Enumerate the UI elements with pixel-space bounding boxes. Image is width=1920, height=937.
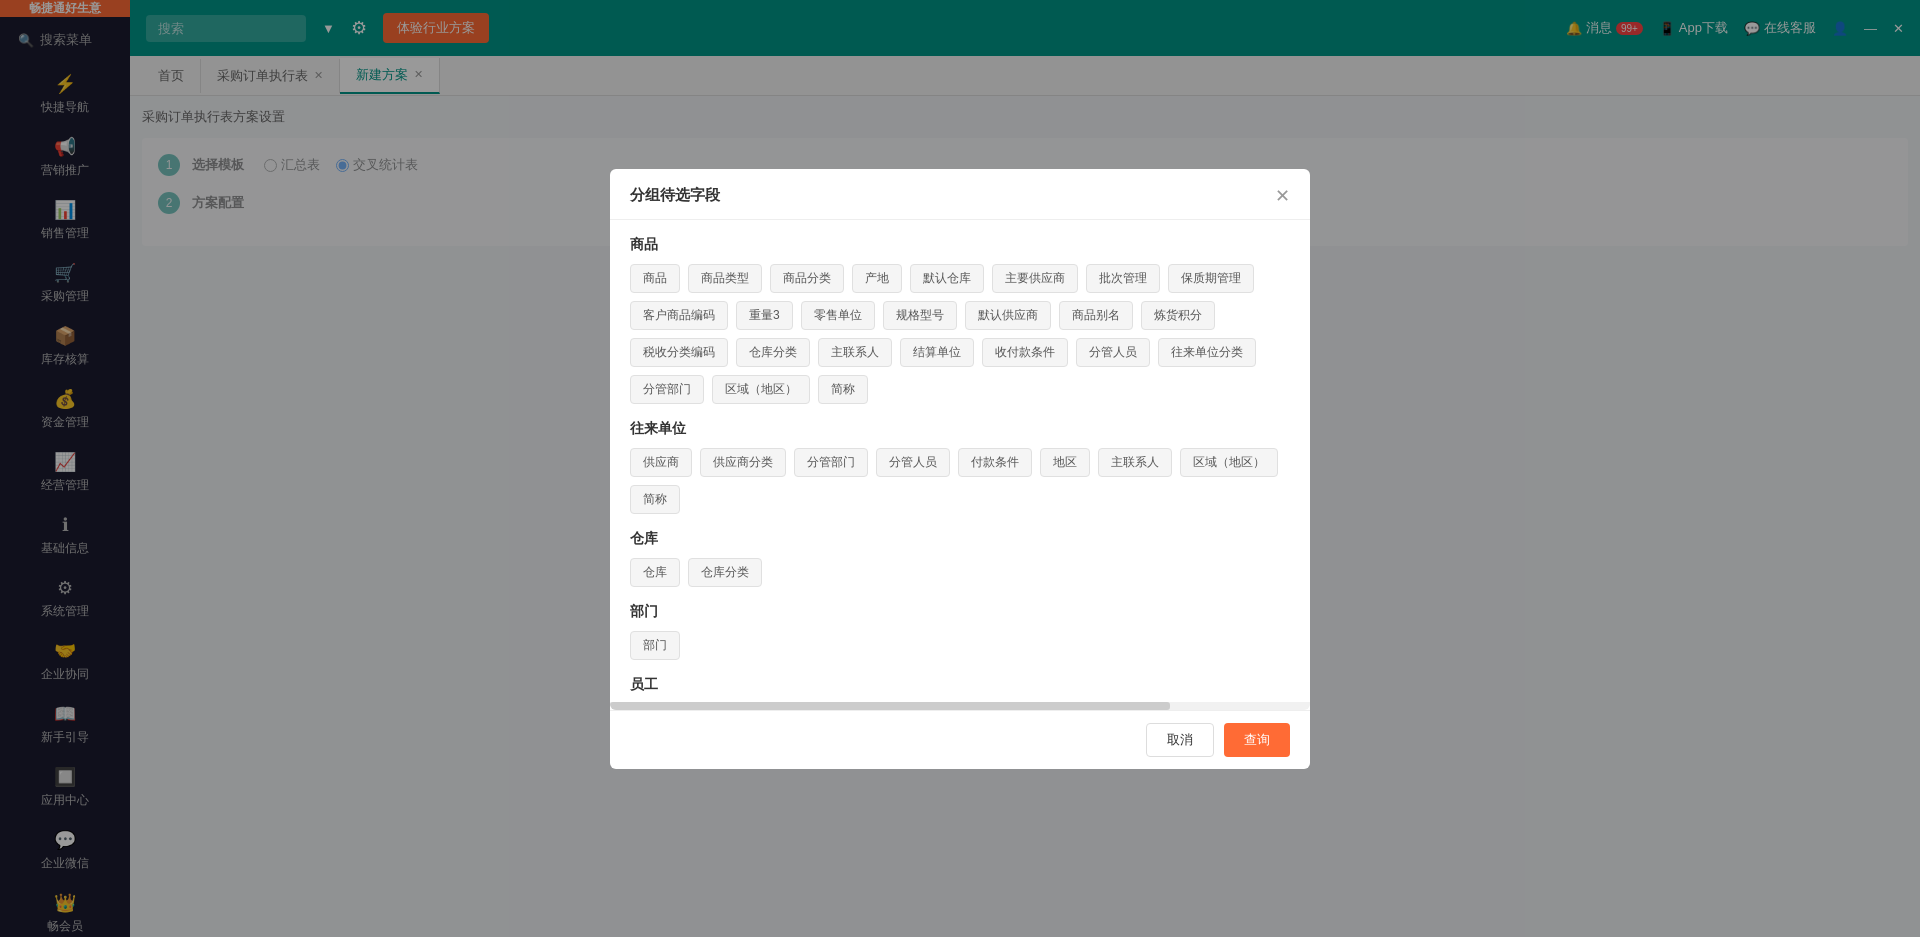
field-section-1: 往来单位供应商供应商分类分管部门分管人员付款条件地区主联系人区域（地区） 简称 <box>630 420 1290 514</box>
field-section-0: 商品商品商品类型商品分类产地默认仓库主要供应商批次管理保质期管理客户商品编码重量… <box>630 236 1290 404</box>
field-tag-1-6[interactable]: 主联系人 <box>1098 448 1172 477</box>
field-tag-0-23[interactable]: 区域（地区） <box>712 375 810 404</box>
field-tag-0-22[interactable]: 分管部门 <box>630 375 704 404</box>
field-tag-0-9[interactable]: 重量3 <box>736 301 793 330</box>
section-title-0: 商品 <box>630 236 1290 254</box>
confirm-button[interactable]: 查询 <box>1224 723 1290 757</box>
field-tag-0-7[interactable]: 保质期管理 <box>1168 264 1254 293</box>
field-tag-3-0[interactable]: 部门 <box>630 631 680 660</box>
modal-overlay: 分组待选字段 ✕ 商品商品商品类型商品分类产地默认仓库主要供应商批次管理保质期管… <box>0 0 1920 937</box>
field-tag-0-21[interactable]: 往来单位分类 <box>1158 338 1256 367</box>
field-tag-0-14[interactable]: 炼货积分 <box>1141 301 1215 330</box>
field-tags-0: 商品商品类型商品分类产地默认仓库主要供应商批次管理保质期管理客户商品编码重量3 零… <box>630 264 1290 404</box>
modal-horizontal-scrollbar[interactable] <box>610 702 1310 710</box>
field-tag-2-0[interactable]: 仓库 <box>630 558 680 587</box>
cancel-button[interactable]: 取消 <box>1146 723 1214 757</box>
field-tag-0-10[interactable]: 零售单位 <box>801 301 875 330</box>
field-tags-1: 供应商供应商分类分管部门分管人员付款条件地区主联系人区域（地区） 简称 <box>630 448 1290 514</box>
field-tag-0-1[interactable]: 商品类型 <box>688 264 762 293</box>
modal-footer: 取消 查询 <box>610 710 1310 769</box>
field-tag-0-6[interactable]: 批次管理 <box>1086 264 1160 293</box>
field-tag-1-4[interactable]: 付款条件 <box>958 448 1032 477</box>
section-title-4: 员工 <box>630 676 1290 694</box>
field-tags-3: 部门 <box>630 631 1290 660</box>
field-tag-0-24[interactable]: 简称 <box>818 375 868 404</box>
modal-title: 分组待选字段 <box>630 186 720 205</box>
field-section-2: 仓库仓库仓库分类 <box>630 530 1290 587</box>
field-tag-1-5[interactable]: 地区 <box>1040 448 1090 477</box>
modal-close-button[interactable]: ✕ <box>1275 185 1290 207</box>
field-tag-0-20[interactable]: 分管人员 <box>1076 338 1150 367</box>
field-tag-1-0[interactable]: 供应商 <box>630 448 692 477</box>
field-tag-0-4[interactable]: 默认仓库 <box>910 264 984 293</box>
field-tag-0-12[interactable]: 默认供应商 <box>965 301 1051 330</box>
field-tag-0-11[interactable]: 规格型号 <box>883 301 957 330</box>
field-tag-2-1[interactable]: 仓库分类 <box>688 558 762 587</box>
modal-header: 分组待选字段 ✕ <box>610 169 1310 220</box>
field-tag-1-2[interactable]: 分管部门 <box>794 448 868 477</box>
section-title-2: 仓库 <box>630 530 1290 548</box>
field-section-3: 部门部门 <box>630 603 1290 660</box>
field-tag-1-7[interactable]: 区域（地区） <box>1180 448 1278 477</box>
modal-body: 商品商品商品类型商品分类产地默认仓库主要供应商批次管理保质期管理客户商品编码重量… <box>610 220 1310 702</box>
field-tag-0-8[interactable]: 客户商品编码 <box>630 301 728 330</box>
field-tag-1-8[interactable]: 简称 <box>630 485 680 514</box>
field-tag-0-16[interactable]: 仓库分类 <box>736 338 810 367</box>
field-tag-0-0[interactable]: 商品 <box>630 264 680 293</box>
field-tag-0-15[interactable]: 税收分类编码 <box>630 338 728 367</box>
field-tag-1-3[interactable]: 分管人员 <box>876 448 950 477</box>
field-tags-2: 仓库仓库分类 <box>630 558 1290 587</box>
field-tag-0-17[interactable]: 主联系人 <box>818 338 892 367</box>
field-tag-0-2[interactable]: 商品分类 <box>770 264 844 293</box>
field-tag-1-1[interactable]: 供应商分类 <box>700 448 786 477</box>
section-title-3: 部门 <box>630 603 1290 621</box>
field-tag-0-13[interactable]: 商品别名 <box>1059 301 1133 330</box>
field-tag-0-18[interactable]: 结算单位 <box>900 338 974 367</box>
field-selection-modal: 分组待选字段 ✕ 商品商品商品类型商品分类产地默认仓库主要供应商批次管理保质期管… <box>610 169 1310 769</box>
field-tag-0-19[interactable]: 收付款条件 <box>982 338 1068 367</box>
field-tag-0-3[interactable]: 产地 <box>852 264 902 293</box>
modal-hscroll-thumb <box>610 702 1170 710</box>
field-tag-0-5[interactable]: 主要供应商 <box>992 264 1078 293</box>
field-section-4: 员工业务员 <box>630 676 1290 702</box>
section-title-1: 往来单位 <box>630 420 1290 438</box>
